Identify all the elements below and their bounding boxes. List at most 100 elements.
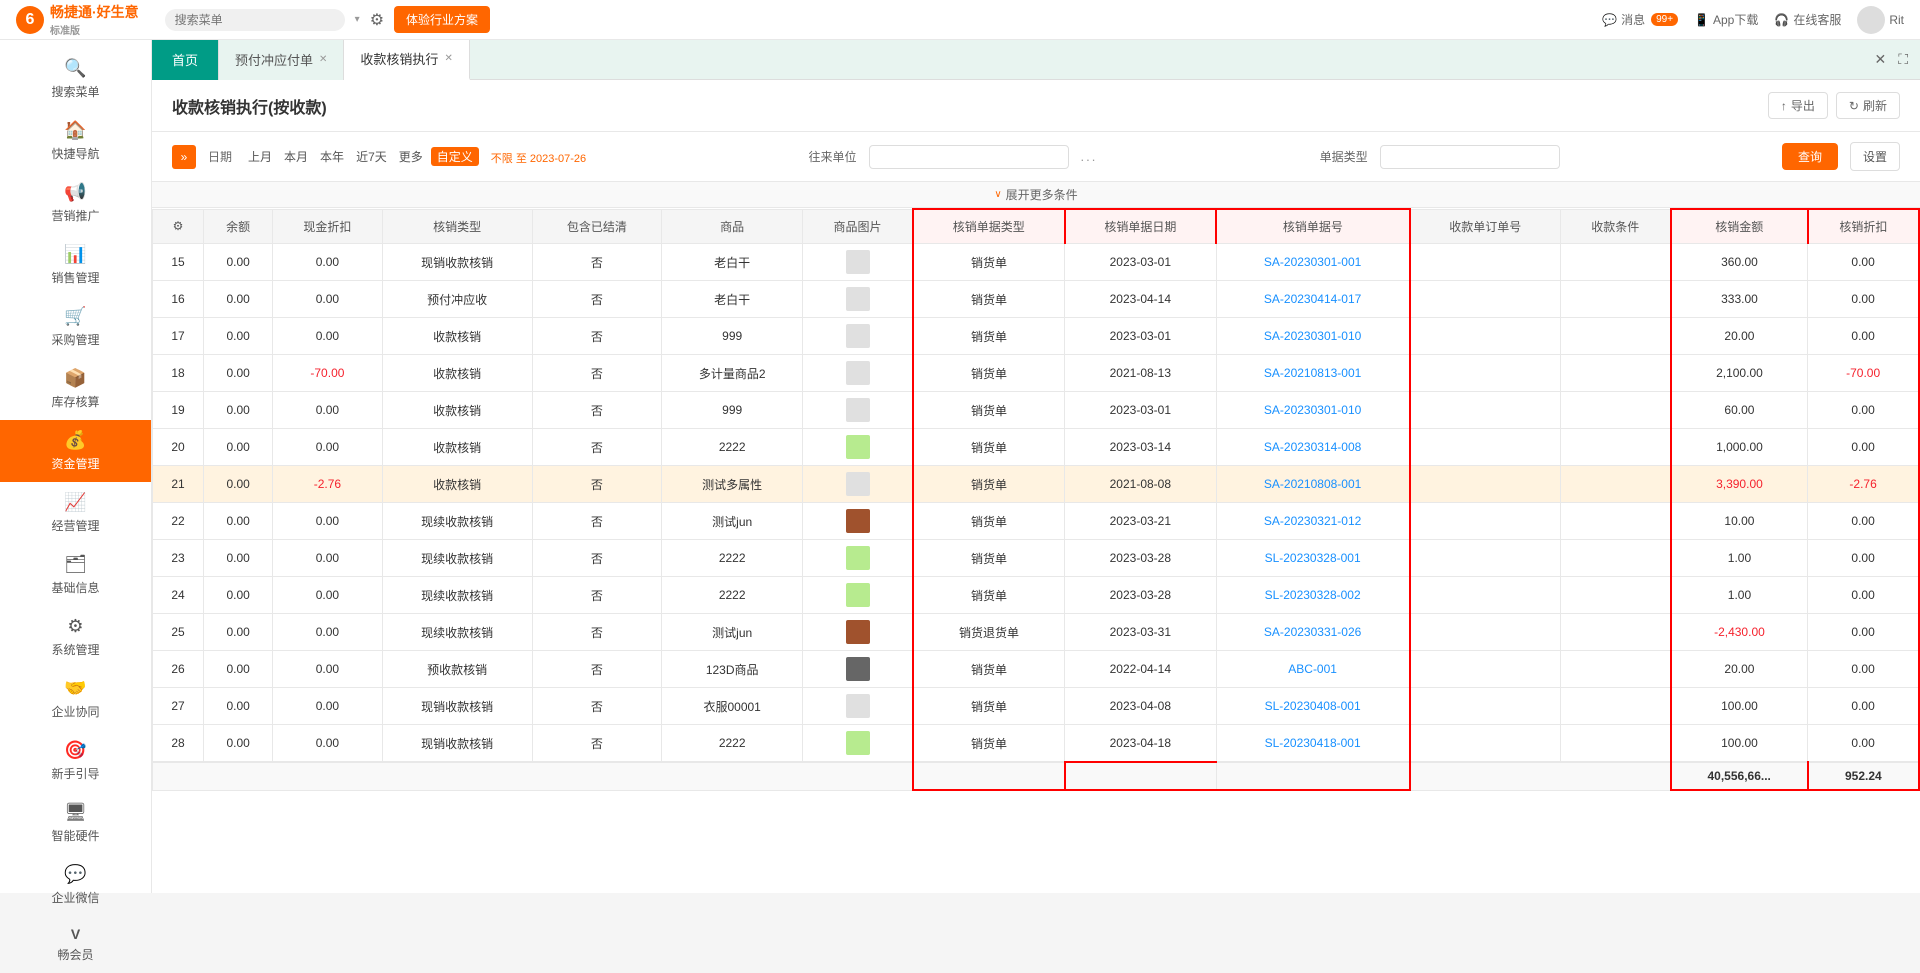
cell-verify-type: 收款核销 (382, 466, 532, 503)
cell-verify-type: 收款核销 (382, 392, 532, 429)
sidebar-item-inventory[interactable]: 📦 库存核算 (0, 358, 151, 420)
cell-product-img (803, 318, 913, 355)
verify-bill-link[interactable]: SA-20210808-001 (1264, 477, 1361, 491)
custom-date-button[interactable]: 自定义 (431, 147, 479, 166)
cell-verify-discount: 0.00 (1808, 614, 1919, 651)
cell-verify-discount: 0.00 (1808, 281, 1919, 318)
verify-bill-link[interactable]: SA-20230414-017 (1264, 292, 1361, 306)
settings-gear-icon[interactable]: ⚙ (370, 10, 384, 30)
query-button[interactable]: 查询 (1782, 143, 1838, 170)
sidebar-item-marketing[interactable]: 📢 营销推广 (0, 172, 151, 234)
top-bar: 6 畅捷通·好生意 标准版 ▾ ⚙ 体验行业方案 💬 消息 99+ 📱 App下… (0, 0, 1920, 40)
sidebar-item-member[interactable]: V 畅会员 (0, 916, 151, 973)
verify-bill-link[interactable]: SL-20230328-001 (1265, 551, 1361, 565)
verify-bill-link[interactable]: SA-20210813-001 (1264, 366, 1361, 380)
sidebar-item-basic-info[interactable]: 🗂 基础信息 (0, 544, 151, 606)
cell-verify-bill-no: SA-20210808-001 (1216, 466, 1410, 503)
table-row: 17 0.00 0.00 收款核销 否 999 销货单 2023-03-01 S… (153, 318, 1920, 355)
cell-verify-bill-date: 2023-03-01 (1065, 392, 1217, 429)
verify-bill-link[interactable]: SA-20230321-012 (1264, 514, 1361, 528)
setting-button[interactable]: 设置 (1850, 142, 1900, 171)
brand-logo: 6 (16, 6, 44, 34)
industry-solution-button[interactable]: 体验行业方案 (394, 6, 490, 33)
wechat-icon: 💬 (64, 864, 86, 885)
verify-bill-link[interactable]: SA-20230301-010 (1264, 403, 1361, 417)
cell-verify-bill-no: ABC-001 (1216, 651, 1410, 688)
last-month-button[interactable]: 上月 (244, 146, 276, 167)
sidebar-item-enterprise[interactable]: 🤝 企业协同 (0, 668, 151, 730)
cell-id: 19 (153, 392, 204, 429)
verify-bill-link[interactable]: SL-20230328-002 (1265, 588, 1361, 602)
sidebar-item-hardware[interactable]: 🖥 智能硬件 (0, 792, 151, 854)
verify-bill-link[interactable]: SA-20230301-010 (1264, 329, 1361, 343)
cell-product: 老白干 (662, 281, 803, 318)
search-input[interactable] (165, 9, 345, 31)
refresh-button[interactable]: ↻ 刷新 (1836, 92, 1900, 119)
cell-verify-type: 现续收款核销 (382, 614, 532, 651)
cell-receipt-condition (1560, 614, 1670, 651)
voucher-type-select[interactable] (1380, 145, 1560, 169)
cell-verify-bill-date: 2023-03-28 (1065, 540, 1217, 577)
cell-product-img (803, 244, 913, 281)
col-receipt-order: 收款单订单号 (1410, 209, 1561, 244)
search-dropdown-arrow[interactable]: ▾ (355, 14, 360, 25)
verify-bill-link[interactable]: SA-20230331-026 (1264, 625, 1361, 639)
cell-verify-amount: 20.00 (1671, 318, 1808, 355)
cell-verify-bill-date: 2021-08-13 (1065, 355, 1217, 392)
partner-input[interactable] (869, 145, 1069, 169)
cell-receipt-condition (1560, 429, 1670, 466)
tab-prepay[interactable]: 预付冲应付单 ✕ (219, 40, 344, 80)
cell-verify-amount: 1.00 (1671, 540, 1808, 577)
date-buttons: 上月 本月 本年 近7天 更多 自定义 (244, 146, 479, 167)
sidebar-item-wechat[interactable]: 💬 企业微信 (0, 854, 151, 916)
sidebar-item-operations[interactable]: 📈 经营管理 (0, 482, 151, 544)
tab-verify[interactable]: 收款核销执行 ✕ (344, 40, 469, 80)
verify-bill-link[interactable]: ABC-001 (1288, 662, 1337, 676)
messages-button[interactable]: 💬 消息 99+ (1602, 11, 1678, 28)
sidebar-item-guide[interactable]: 🎯 新手引导 (0, 730, 151, 792)
cell-verify-bill-type: 销货单 (913, 281, 1065, 318)
filter-toggle-button[interactable]: » (172, 145, 196, 169)
verify-bill-link[interactable]: SL-20230418-001 (1265, 736, 1361, 750)
last-7days-button[interactable]: 近7天 (352, 146, 391, 167)
partner-dots[interactable]: ... (1081, 149, 1098, 164)
cell-receipt-condition (1560, 651, 1670, 688)
online-service-button[interactable]: 🎧 在线客服 (1774, 11, 1841, 28)
cell-include-settled: 否 (532, 577, 662, 614)
cell-verify-discount: -2.76 (1808, 466, 1919, 503)
tab-close-button[interactable]: ✕ (1870, 47, 1890, 72)
cell-verify-bill-date: 2023-04-14 (1065, 281, 1217, 318)
cell-verify-amount: 333.00 (1671, 281, 1808, 318)
sidebar-label-inventory: 库存核算 (51, 393, 99, 410)
export-button[interactable]: ↑ 导出 (1768, 92, 1828, 119)
cell-receipt-order (1410, 318, 1561, 355)
user-avatar-button[interactable]: Rit (1857, 6, 1904, 34)
hardware-icon: 🖥 (64, 802, 87, 823)
verify-bill-link[interactable]: SA-20230314-008 (1264, 440, 1361, 454)
tab-expand-button[interactable]: ⛶ (1894, 47, 1912, 72)
tab-home[interactable]: 首页 (152, 40, 219, 80)
cell-product-img (803, 540, 913, 577)
app-download-button[interactable]: 📱 App下载 (1694, 11, 1758, 28)
tab-prepay-close-icon[interactable]: ✕ (319, 54, 327, 65)
more-date-button[interactable]: 更多 (395, 146, 427, 167)
sidebar-item-search[interactable]: 🔍 搜索菜单 (0, 48, 151, 110)
cell-include-settled: 否 (532, 466, 662, 503)
col-balance: 余额 (204, 209, 273, 244)
brand-name: 畅捷通·好生意 (50, 2, 139, 22)
verify-bill-link[interactable]: SL-20230408-001 (1265, 699, 1361, 713)
sidebar-item-sales[interactable]: 📊 销售管理 (0, 234, 151, 296)
this-year-button[interactable]: 本年 (316, 146, 348, 167)
sidebar-item-system[interactable]: ⚙ 系统管理 (0, 606, 151, 668)
sidebar-item-finance[interactable]: 💰 资金管理 (0, 420, 151, 482)
tab-verify-close-icon[interactable]: ✕ (444, 53, 452, 64)
sidebar-item-nav[interactable]: 🏠 快捷导航 (0, 110, 151, 172)
sidebar-item-purchase[interactable]: 🛒 采购管理 (0, 296, 151, 358)
cell-verify-type: 收款核销 (382, 429, 532, 466)
table-row: 24 0.00 0.00 现续收款核销 否 2222 销货单 2023-03-2… (153, 577, 1920, 614)
filter-row: » 日期 上月 本月 本年 近7天 更多 自定义 不限 至 2023-07-26 (172, 142, 1900, 171)
table-row: 15 0.00 0.00 现销收款核销 否 老白干 销货单 2023-03-01… (153, 244, 1920, 281)
expand-more-button[interactable]: ∨ 展开更多条件 (994, 186, 1077, 203)
verify-bill-link[interactable]: SA-20230301-001 (1264, 255, 1361, 269)
this-month-button[interactable]: 本月 (280, 146, 312, 167)
